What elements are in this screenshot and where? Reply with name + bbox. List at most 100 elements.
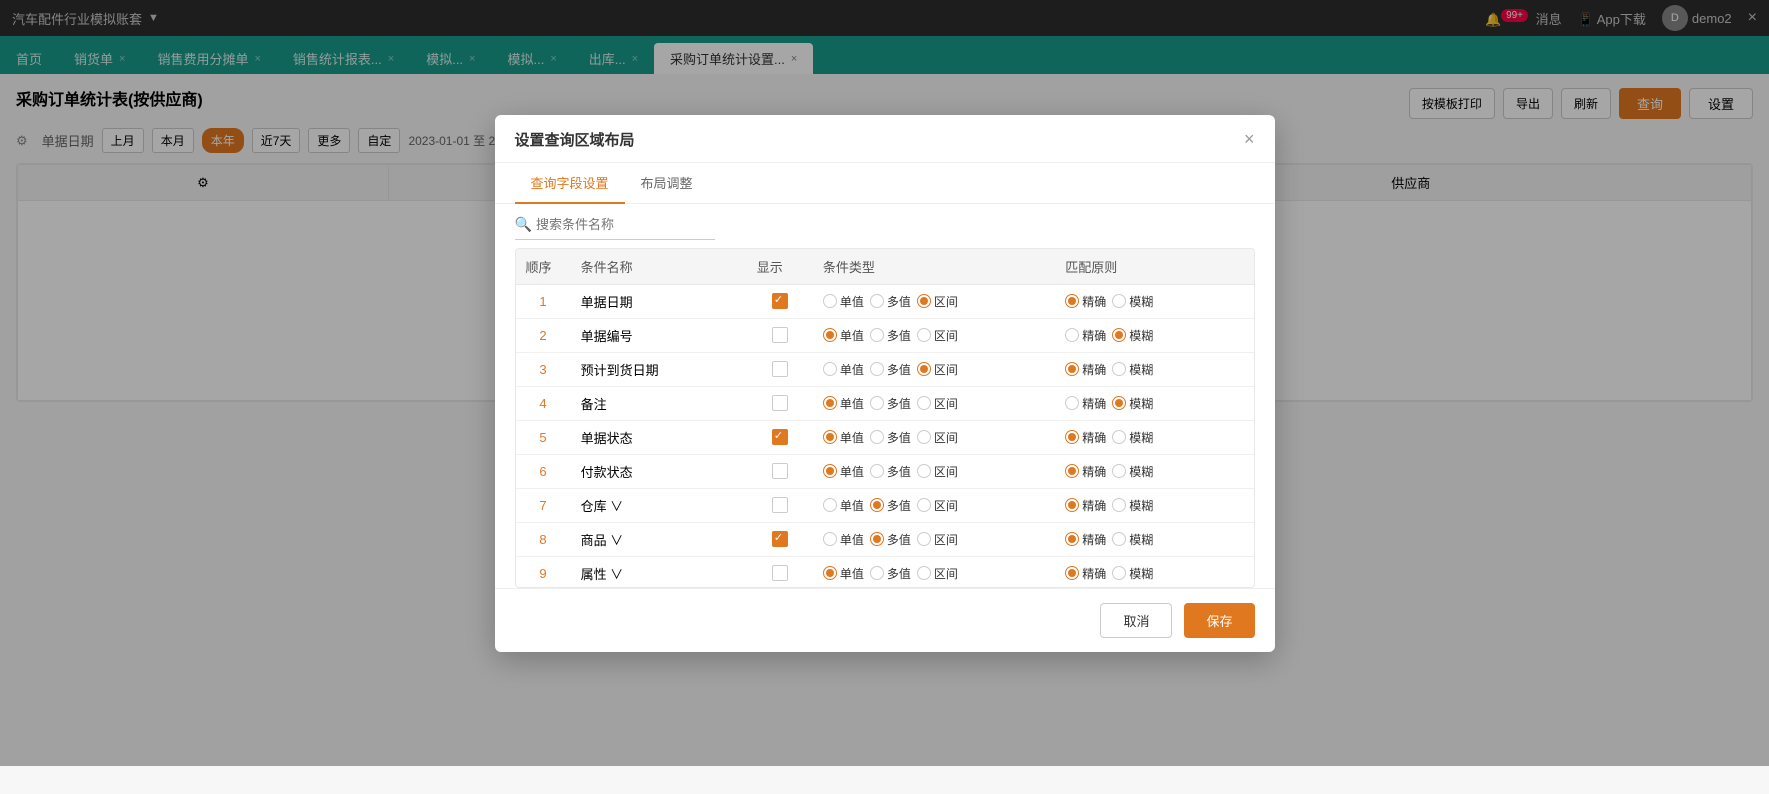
radio-match-fuzzy-2[interactable]: 模糊: [1112, 361, 1153, 378]
cancel-button[interactable]: 取消: [1100, 603, 1172, 638]
radio-type-single-8[interactable]: 单值: [823, 565, 864, 582]
checkbox-show-1[interactable]: [772, 327, 788, 343]
row-match-7: 精确模糊: [1055, 522, 1253, 556]
radio-type-range-3[interactable]: 区间: [917, 395, 958, 412]
radio-type-multi-3[interactable]: 多值: [870, 395, 911, 412]
radio-match-fuzzy-0[interactable]: 模糊: [1112, 293, 1153, 310]
radio-match-exact-2[interactable]: 精确: [1065, 361, 1106, 378]
radio-type-single-5[interactable]: 单值: [823, 463, 864, 480]
radio-type-single-0[interactable]: 单值: [823, 293, 864, 310]
radio-type-range-5[interactable]: 区间: [917, 463, 958, 480]
radio-match-exact-0[interactable]: 精确: [1065, 293, 1106, 310]
radio-label-match-exact-4: 精确: [1082, 429, 1106, 446]
radio-type-multi-2[interactable]: 多值: [870, 361, 911, 378]
checkbox-show-6[interactable]: [772, 497, 788, 513]
dialog-tab-layout[interactable]: 布局调整: [625, 163, 709, 204]
radio-circle-match-exact-3: [1065, 396, 1079, 410]
row-type-8: 单值多值 区间: [813, 556, 1055, 588]
radio-type-multi-5[interactable]: 多值: [870, 463, 911, 480]
radio-match-exact-5[interactable]: 精确: [1065, 463, 1106, 480]
row-name-5: 付款状态: [571, 454, 747, 488]
radio-label-type-multi-2: 多值: [887, 361, 911, 378]
radio-match-exact-1[interactable]: 精确: [1065, 327, 1106, 344]
conditions-row-8: 9属性 ∨单值多值区间精确模糊: [516, 556, 1254, 588]
radio-label-match-exact-6: 精确: [1082, 497, 1106, 514]
dialog-tab-query-fields[interactable]: 查询字段设置: [515, 163, 625, 204]
radio-type-multi-6[interactable]: 多值: [870, 497, 911, 514]
radio-type-single-2[interactable]: 单值: [823, 361, 864, 378]
table-header-row: 顺序 条件名称 显示 条件类型 匹配原则: [516, 249, 1254, 285]
checkbox-show-7[interactable]: [772, 531, 788, 547]
radio-label-match-exact-5: 精确: [1082, 463, 1106, 480]
row-order-5: 6: [516, 454, 571, 488]
radio-match-exact-3[interactable]: 精确: [1065, 395, 1106, 412]
radio-circle-type-multi-1: [870, 328, 884, 342]
radio-circle-match-fuzzy-2: [1112, 362, 1126, 376]
radio-circle-type-single-5: [823, 464, 837, 478]
radio-match-fuzzy-1[interactable]: 模糊: [1112, 327, 1153, 344]
dialog-header: 设置查询区域布局 ×: [495, 115, 1275, 163]
radio-circle-match-fuzzy-7: [1112, 532, 1126, 546]
radio-match-exact-6[interactable]: 精确: [1065, 497, 1106, 514]
checkbox-show-0[interactable]: [772, 293, 788, 309]
row-show-1: [747, 318, 813, 352]
radio-label-type-single-6: 单值: [840, 497, 864, 514]
radio-match-exact-4[interactable]: 精确: [1065, 429, 1106, 446]
radio-type-range-2[interactable]: 区间: [917, 361, 958, 378]
radio-label-type-single-5: 单值: [840, 463, 864, 480]
radio-match-exact-8[interactable]: 精确: [1065, 565, 1106, 582]
radio-type-multi-1[interactable]: 多值: [870, 327, 911, 344]
radio-circle-type-range-4: [917, 430, 931, 444]
search-input[interactable]: [536, 217, 706, 232]
radio-circle-type-range-1: [917, 328, 931, 342]
radio-match-fuzzy-6[interactable]: 模糊: [1112, 497, 1153, 514]
radio-type-single-1[interactable]: 单值: [823, 327, 864, 344]
radio-type-range-1[interactable]: 区间: [917, 327, 958, 344]
row-name-0: 单据日期: [571, 284, 747, 318]
radio-match-exact-7[interactable]: 精确: [1065, 531, 1106, 548]
dialog-close-button[interactable]: ×: [1244, 129, 1255, 162]
radio-match-fuzzy-3[interactable]: 模糊: [1112, 395, 1153, 412]
radio-type-single-4[interactable]: 单值: [823, 429, 864, 446]
checkbox-show-8[interactable]: [772, 565, 788, 581]
radio-match-fuzzy-7[interactable]: 模糊: [1112, 531, 1153, 548]
radio-type-single-6[interactable]: 单值: [823, 497, 864, 514]
radio-label-type-range-8: 区间: [934, 565, 958, 582]
checkbox-show-3[interactable]: [772, 395, 788, 411]
radio-type-multi-7[interactable]: 多值: [870, 531, 911, 548]
checkbox-show-2[interactable]: [772, 361, 788, 377]
radio-label-type-multi-0: 多值: [887, 293, 911, 310]
radio-type-range-0[interactable]: 区间: [917, 293, 958, 310]
row-match-1: 精确模糊: [1055, 318, 1253, 352]
radio-type-range-4[interactable]: 区间: [917, 429, 958, 446]
radio-label-type-range-1: 区间: [934, 327, 958, 344]
radio-match-fuzzy-4[interactable]: 模糊: [1112, 429, 1153, 446]
radio-match-fuzzy-5[interactable]: 模糊: [1112, 463, 1153, 480]
radio-type-range-6[interactable]: 区间: [917, 497, 958, 514]
radio-match-fuzzy-8[interactable]: 模糊: [1112, 565, 1153, 582]
row-match-8: 精确模糊: [1055, 556, 1253, 588]
radio-circle-type-single-7: [823, 532, 837, 546]
radio-circle-type-multi-5: [870, 464, 884, 478]
radio-type-multi-4[interactable]: 多值: [870, 429, 911, 446]
radio-circle-match-exact-0: [1065, 294, 1079, 308]
row-order-1: 2: [516, 318, 571, 352]
save-button[interactable]: 保存: [1184, 603, 1254, 638]
radio-circle-type-range-7: [917, 532, 931, 546]
row-type-1: 单值多值 区间: [813, 318, 1055, 352]
conditions-table: 顺序 条件名称 显示 条件类型 匹配原则 1单据日期单值多值区间精确模糊2单据编…: [516, 249, 1254, 588]
radio-type-range-7[interactable]: 区间: [917, 531, 958, 548]
dialog-tabs: 查询字段设置 布局调整: [495, 163, 1275, 204]
radio-type-multi-0[interactable]: 多值: [870, 293, 911, 310]
radio-type-multi-8[interactable]: 多值: [870, 565, 911, 582]
radio-label-match-fuzzy-2: 模糊: [1129, 361, 1153, 378]
th-match: 匹配原则: [1055, 249, 1253, 285]
checkbox-show-4[interactable]: [772, 429, 788, 445]
row-show-0: [747, 284, 813, 318]
radio-type-single-3[interactable]: 单值: [823, 395, 864, 412]
radio-type-single-7[interactable]: 单值: [823, 531, 864, 548]
checkbox-show-5[interactable]: [772, 463, 788, 479]
radio-label-match-fuzzy-6: 模糊: [1129, 497, 1153, 514]
radio-label-type-multi-6: 多值: [887, 497, 911, 514]
radio-type-range-8[interactable]: 区间: [917, 565, 958, 582]
